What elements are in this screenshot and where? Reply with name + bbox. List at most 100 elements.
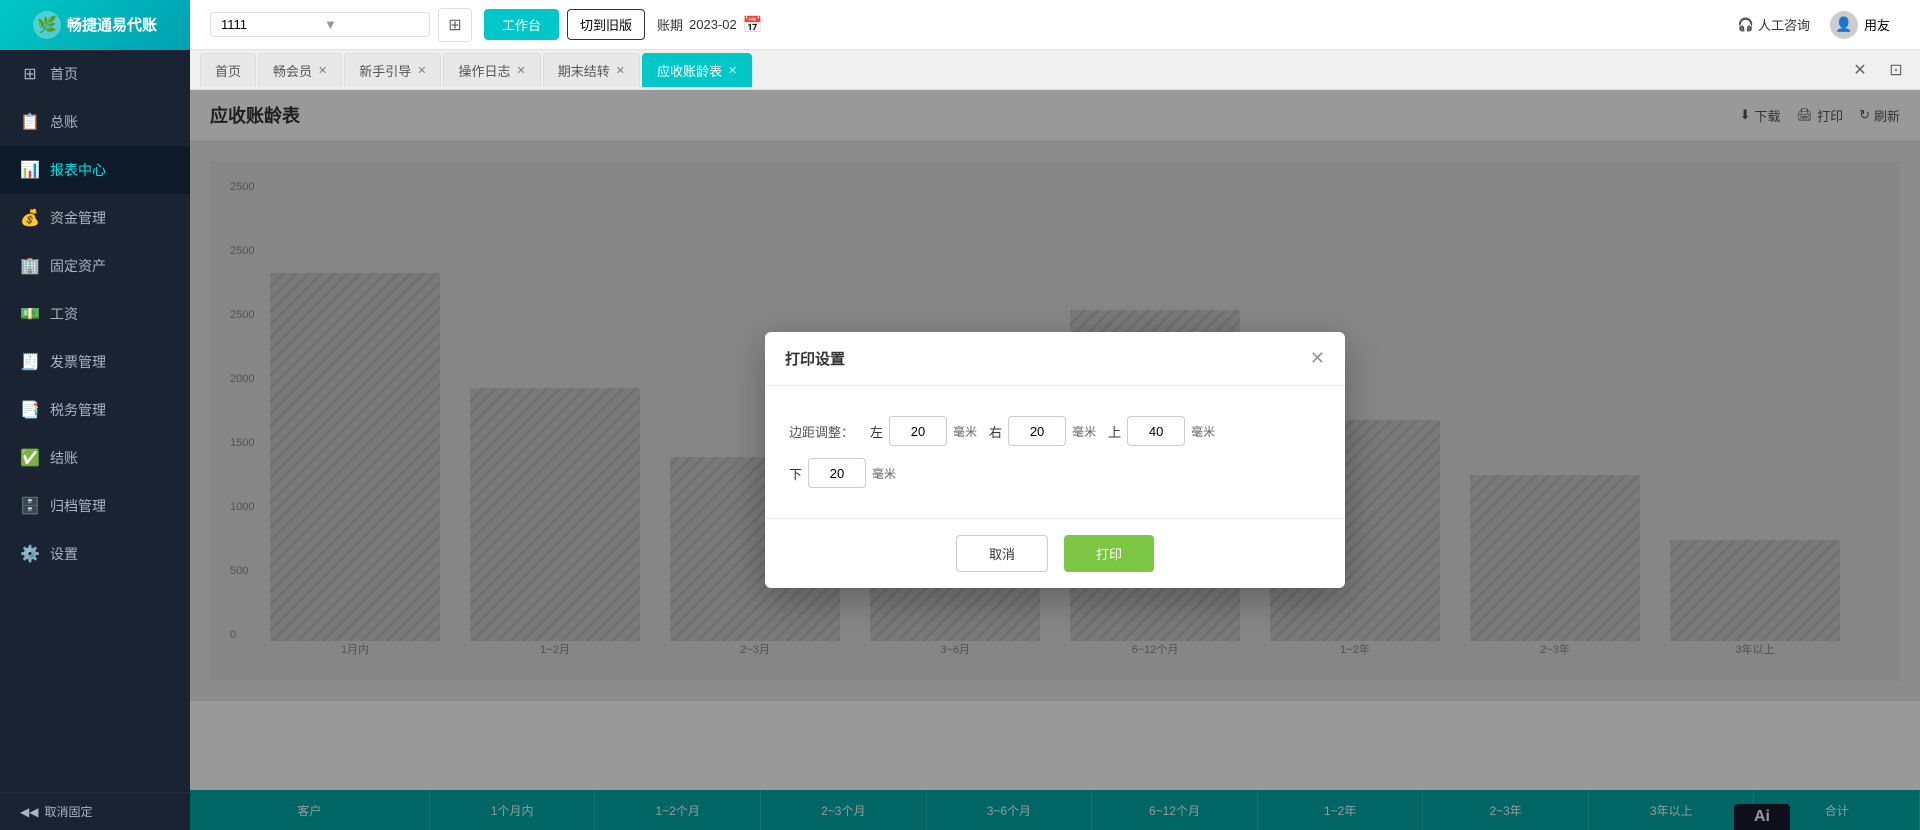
payroll-icon: 💵 xyxy=(20,304,40,324)
sidebar-item-home[interactable]: ⊞ 首页 xyxy=(0,50,190,98)
top-margin-input[interactable] xyxy=(1127,416,1185,446)
right-margin-group: 右 毫米 xyxy=(989,416,1096,446)
tab-maximize-button[interactable]: ⊡ xyxy=(1882,56,1910,84)
sidebar-collapse-button[interactable]: ◀◀ 取消固定 xyxy=(0,792,190,830)
tab-close-aging[interactable]: ✕ xyxy=(728,64,737,77)
company-name: 1111 xyxy=(221,17,316,32)
header-right: 🎧 人工咨询 👤 用友 xyxy=(1738,11,1910,39)
sidebar-item-funds[interactable]: 💰 资金管理 xyxy=(0,194,190,242)
funds-icon: 💰 xyxy=(20,208,40,228)
sidebar-item-close[interactable]: ✅ 结账 xyxy=(0,434,190,482)
bottom-unit: 毫米 xyxy=(872,465,896,482)
sidebar-label-ledger: 总账 xyxy=(50,112,78,132)
archive-icon: 🗄️ xyxy=(20,496,40,516)
sidebar-item-assets[interactable]: 🏢 固定资产 xyxy=(0,242,190,290)
tab-label-home: 首页 xyxy=(215,61,241,80)
right-margin-input[interactable] xyxy=(1008,416,1066,446)
sidebar-label-archive: 归档管理 xyxy=(50,496,106,516)
sidebar-item-settings[interactable]: ⚙️ 设置 xyxy=(0,530,190,578)
calendar-icon[interactable]: 📅 xyxy=(743,15,763,35)
left-unit: 毫米 xyxy=(953,423,977,440)
tab-label-aging: 应收账龄表 xyxy=(657,61,722,80)
bottom-margin-group: 下 毫米 xyxy=(789,458,896,488)
right-margin-label: 右 xyxy=(989,422,1002,441)
sidebar-label-payroll: 工资 xyxy=(50,304,78,324)
modal-title: 打印设置 xyxy=(785,348,845,369)
content-area: 首页 畅会员 ✕ 新手引导 ✕ 操作日志 ✕ 期末结转 ✕ 应收账龄表 ✕ xyxy=(190,50,1920,830)
sidebar: ⊞ 首页 📋 总账 📊 报表中心 💰 资金管理 🏢 固定资产 💵 工资 🧾 发票… xyxy=(0,50,190,830)
sidebar-label-settings: 设置 xyxy=(50,544,78,564)
logo-icon: 🌿 xyxy=(33,11,61,39)
tab-close-guide[interactable]: ✕ xyxy=(417,64,426,77)
logo-area: 🌿 畅捷通易代账 xyxy=(0,0,190,50)
top-margin-group: 上 毫米 xyxy=(1108,416,1215,446)
top-margin-label: 上 xyxy=(1108,422,1121,441)
sidebar-label-close: 结账 xyxy=(50,448,78,468)
tab-home[interactable]: 首页 xyxy=(200,53,256,87)
top-unit: 毫米 xyxy=(1191,423,1215,440)
assets-icon: 🏢 xyxy=(20,256,40,276)
company-selector[interactable]: 1111 ▼ xyxy=(210,12,430,37)
modal-header: 打印设置 ✕ xyxy=(765,332,1345,386)
page-content: 应收账龄表 ⬇ 下载 🖨 打印 ↻ 刷新 xyxy=(190,90,1920,830)
left-margin-group: 左 毫米 xyxy=(870,416,977,446)
ledger-icon: 📋 xyxy=(20,112,40,132)
modal-overlay: 打印设置 ✕ 边距调整： 左 毫米 xyxy=(190,90,1920,830)
tab-bar: 首页 畅会员 ✕ 新手引导 ✕ 操作日志 ✕ 期末结转 ✕ 应收账龄表 ✕ xyxy=(190,50,1920,90)
page-inner: 应收账龄表 ⬇ 下载 🖨 打印 ↻ 刷新 xyxy=(190,90,1920,830)
invoices-icon: 🧾 xyxy=(20,352,40,372)
modal-body: 边距调整： 左 毫米 右 毫米 xyxy=(765,386,1345,518)
home-icon: ⊞ xyxy=(20,64,40,84)
sidebar-item-payroll[interactable]: 💵 工资 xyxy=(0,290,190,338)
sidebar-label-assets: 固定资产 xyxy=(50,256,106,276)
support-label: 人工咨询 xyxy=(1758,15,1810,34)
tab-label-member: 畅会员 xyxy=(273,61,312,80)
top-header: 🌿 畅捷通易代账 1111 ▼ ⊞ 工作台 切到旧版 账期 2023-02 📅 … xyxy=(0,0,1920,50)
left-margin-input[interactable] xyxy=(889,416,947,446)
tab-log[interactable]: 操作日志 ✕ xyxy=(443,53,540,87)
tab-guide[interactable]: 新手引导 ✕ xyxy=(344,53,441,87)
tab-close-window-button[interactable]: ✕ xyxy=(1846,56,1874,84)
sidebar-item-reports[interactable]: 📊 报表中心 xyxy=(0,146,190,194)
sidebar-label-reports: 报表中心 xyxy=(50,160,106,180)
tab-close-period-end[interactable]: ✕ xyxy=(616,64,625,77)
sidebar-label-tax: 税务管理 xyxy=(50,400,106,420)
tab-member[interactable]: 畅会员 ✕ xyxy=(258,53,342,87)
period-area: 账期 2023-02 📅 xyxy=(657,15,763,35)
main-layout: ⊞ 首页 📋 总账 📊 报表中心 💰 资金管理 🏢 固定资产 💵 工资 🧾 发票… xyxy=(0,50,1920,830)
tab-period-end[interactable]: 期末结转 ✕ xyxy=(543,53,640,87)
modal-close-button[interactable]: ✕ xyxy=(1310,348,1325,369)
dropdown-arrow-icon: ▼ xyxy=(324,17,419,32)
app-title: 畅捷通易代账 xyxy=(67,14,157,35)
settings-icon: ⚙️ xyxy=(20,544,40,564)
sidebar-item-ledger[interactable]: 📋 总账 xyxy=(0,98,190,146)
reports-icon: 📊 xyxy=(20,160,40,180)
collapse-label: 取消固定 xyxy=(44,803,92,820)
workbench-button[interactable]: 工作台 xyxy=(484,9,559,40)
right-unit: 毫米 xyxy=(1072,423,1096,440)
tab-label-log: 操作日志 xyxy=(458,61,510,80)
sidebar-item-invoices[interactable]: 🧾 发票管理 xyxy=(0,338,190,386)
user-area[interactable]: 👤 用友 xyxy=(1830,11,1890,39)
avatar: 👤 xyxy=(1830,11,1858,39)
bottom-margin-label: 下 xyxy=(789,464,802,483)
support-button[interactable]: 🎧 人工咨询 xyxy=(1738,15,1810,34)
switch-version-button[interactable]: 切到旧版 xyxy=(567,9,645,40)
tab-label-period-end: 期末结转 xyxy=(558,61,610,80)
sidebar-label-funds: 资金管理 xyxy=(50,208,106,228)
tab-close-member[interactable]: ✕ xyxy=(318,64,327,77)
sidebar-item-archive[interactable]: 🗄️ 归档管理 xyxy=(0,482,190,530)
headset-icon: 🎧 xyxy=(1738,17,1754,33)
bottom-margin-input[interactable] xyxy=(808,458,866,488)
sidebar-label-home: 首页 xyxy=(50,64,78,84)
sidebar-label-invoices: 发票管理 xyxy=(50,352,106,372)
tab-close-log[interactable]: ✕ xyxy=(517,64,526,77)
tab-aging[interactable]: 应收账龄表 ✕ xyxy=(642,53,752,87)
modal-footer: 取消 打印 xyxy=(765,518,1345,588)
sidebar-item-tax[interactable]: 📑 税务管理 xyxy=(0,386,190,434)
cancel-button[interactable]: 取消 xyxy=(956,535,1048,572)
copy-icon[interactable]: ⊞ xyxy=(438,8,472,42)
tab-bar-actions: ✕ ⊡ xyxy=(1846,56,1910,84)
margin-settings-row: 边距调整： 左 毫米 右 毫米 xyxy=(789,416,1321,488)
confirm-print-button[interactable]: 打印 xyxy=(1064,535,1154,572)
